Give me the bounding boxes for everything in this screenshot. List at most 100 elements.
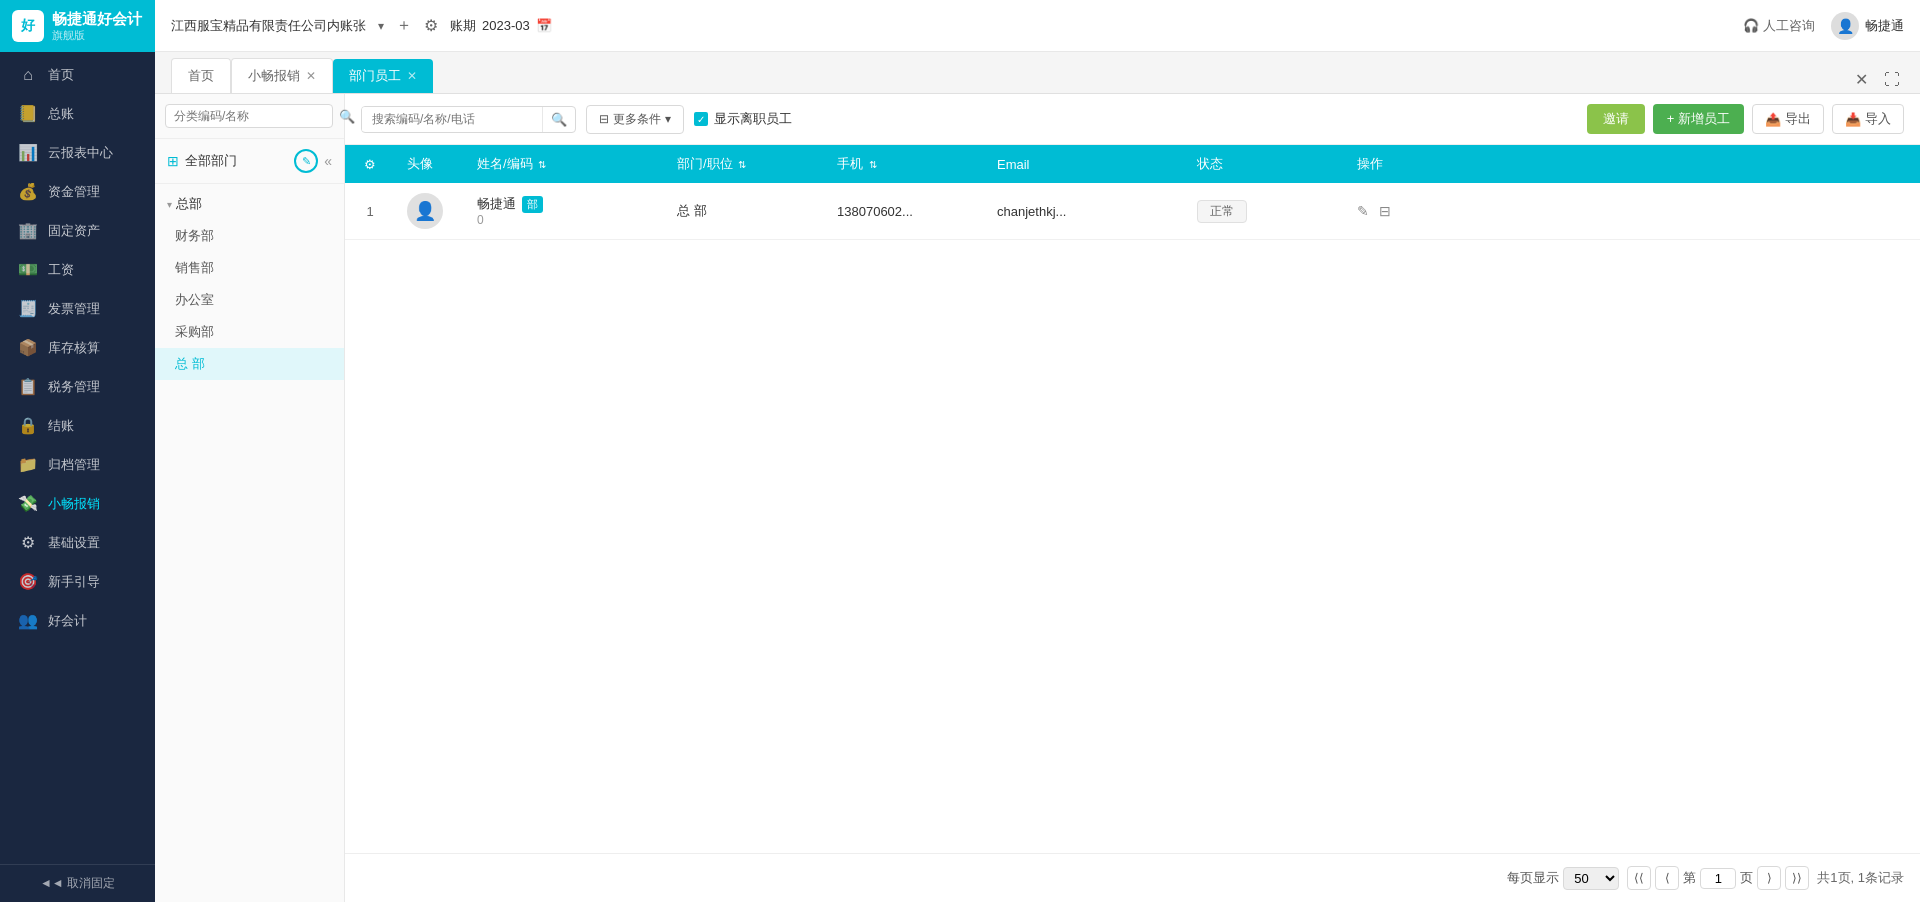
inventory-icon: 📦 xyxy=(18,338,38,357)
sidebar-label-guide: 新手引导 xyxy=(48,573,100,591)
add-company-button[interactable]: ＋ xyxy=(396,15,412,36)
dept-tree: ▾ 总部 财务部 销售部 办公室 采购部 总 部 xyxy=(155,184,344,902)
user-menu[interactable]: 👤 畅捷通 xyxy=(1831,12,1904,40)
period-value: 2023-03 xyxy=(482,18,530,33)
company-name: 江西服宝精品有限责任公司内账张 xyxy=(171,17,366,35)
first-page-button[interactable]: ⟨⟨ xyxy=(1627,866,1651,890)
sidebar-item-ledger[interactable]: 📒 总账 xyxy=(0,94,155,133)
page-unit: 页 xyxy=(1740,869,1753,887)
sidebar-label-funds: 资金管理 xyxy=(48,183,100,201)
add-employee-button[interactable]: + 新增员工 xyxy=(1653,104,1744,134)
xiaochang-icon: 💸 xyxy=(18,494,38,513)
employee-panel: 🔍 ⊟ 更多条件 ▾ ✓ 显示离职员工 邀请 + 新增员工 xyxy=(345,94,1920,902)
export-label: 导出 xyxy=(1785,110,1811,128)
sidebar-item-settings[interactable]: ⚙ 基础设置 xyxy=(0,523,155,562)
next-page-button[interactable]: ⟩ xyxy=(1757,866,1781,890)
topbar-settings-icon[interactable]: ⚙ xyxy=(424,16,438,35)
calendar-icon[interactable]: 📅 xyxy=(536,18,552,33)
employee-search-bar: 🔍 xyxy=(361,106,576,133)
sidebar-item-fixed-assets[interactable]: 🏢 固定资产 xyxy=(0,211,155,250)
tab-dept-employee[interactable]: 部门员工 ✕ xyxy=(333,59,433,93)
dept-header: ⊞ 全部部门 ✎ « xyxy=(155,139,344,184)
logout-employee-button[interactable]: ⊟ xyxy=(1379,203,1391,219)
sidebar-item-funds[interactable]: 💰 资金管理 xyxy=(0,172,155,211)
company-dropdown-icon[interactable]: ▾ xyxy=(378,19,384,33)
user-name: 畅捷通 xyxy=(1865,17,1904,35)
row-actions-cell: ✎ ⊟ xyxy=(1345,183,1920,240)
last-page-button[interactable]: ⟩⟩ xyxy=(1785,866,1809,890)
dept-collapse-icon[interactable]: « xyxy=(324,153,332,169)
logo-text-block: 畅捷通好会计 旗舰版 xyxy=(52,10,142,43)
dept-item-general[interactable]: 总 部 xyxy=(155,348,344,380)
maximize-button[interactable]: ⛶ xyxy=(1880,67,1904,93)
close-tab-dept[interactable]: ✕ xyxy=(407,69,417,83)
invoice-icon: 🧾 xyxy=(18,299,38,318)
employee-search-icon[interactable]: 🔍 xyxy=(542,107,575,132)
employee-search-input[interactable] xyxy=(362,107,542,131)
row-dept-cell: 总 部 xyxy=(665,183,825,240)
dept-header-actions: ✎ « xyxy=(294,149,332,173)
sidebar-item-close[interactable]: 🔒 结账 xyxy=(0,406,155,445)
row-avatar-cell: 👤 xyxy=(395,183,465,240)
settings-icon: ⚙ xyxy=(18,533,38,552)
cancel-fixed-button[interactable]: ◄◄ 取消固定 xyxy=(0,864,155,902)
sidebar-item-reports[interactable]: 📊 云报表中心 xyxy=(0,133,155,172)
show-resigned-checkbox[interactable]: ✓ 显示离职员工 xyxy=(694,110,792,128)
tab-actions: ✕ ⛶ xyxy=(1851,66,1904,93)
settings-col-icon: ⚙ xyxy=(364,157,376,172)
page-size-selector: 每页显示 50 100 200 xyxy=(1507,867,1619,890)
employee-toolbar: 🔍 ⊟ 更多条件 ▾ ✓ 显示离职员工 邀请 + 新增员工 xyxy=(345,94,1920,145)
col-settings[interactable]: ⚙ xyxy=(345,145,395,183)
dept-badge: 部 xyxy=(522,196,543,213)
tab-bar: 首页 小畅报销 ✕ 部门员工 ✕ ✕ ⛶ xyxy=(155,52,1920,94)
dept-item-finance[interactable]: 财务部 xyxy=(155,220,344,252)
col-name-code[interactable]: 姓名/编码 ⇅ xyxy=(465,145,665,183)
dept-item-procurement[interactable]: 采购部 xyxy=(155,316,344,348)
table-row: 1 👤 畅捷通 部 0 总 部 xyxy=(345,183,1920,240)
service-button[interactable]: 🎧 人工咨询 xyxy=(1743,17,1815,35)
col-dept-position[interactable]: 部门/职位 ⇅ xyxy=(665,145,825,183)
tab-xiaochang-label: 小畅报销 xyxy=(248,67,300,85)
partner-icon: 👥 xyxy=(18,611,38,630)
dept-grid-icon: ⊞ xyxy=(167,153,179,169)
sidebar-item-invoice[interactable]: 🧾 发票管理 xyxy=(0,289,155,328)
edit-employee-button[interactable]: ✎ xyxy=(1357,203,1369,219)
dept-edit-button[interactable]: ✎ xyxy=(294,149,318,173)
dept-root-label: 总部 xyxy=(176,195,202,213)
sidebar-item-xiaochang[interactable]: 💸 小畅报销 xyxy=(0,484,155,523)
sidebar-item-guide[interactable]: 🎯 新手引导 xyxy=(0,562,155,601)
page-size-select[interactable]: 50 100 200 xyxy=(1563,867,1619,890)
tab-xiaochang-expense[interactable]: 小畅报销 ✕ xyxy=(231,58,333,93)
import-label: 导入 xyxy=(1865,110,1891,128)
filter-icon: ⊟ xyxy=(599,112,609,126)
prev-page-button[interactable]: ⟨ xyxy=(1655,866,1679,890)
import-button[interactable]: 📥 导入 xyxy=(1832,104,1904,134)
export-button[interactable]: 📤 导出 xyxy=(1752,104,1824,134)
dept-item-sales[interactable]: 销售部 xyxy=(155,252,344,284)
tab-home[interactable]: 首页 xyxy=(171,58,231,93)
name-sort-icon: ⇅ xyxy=(538,159,546,170)
dept-item-office[interactable]: 办公室 xyxy=(155,284,344,316)
sidebar-item-archive[interactable]: 📁 归档管理 xyxy=(0,445,155,484)
sidebar-item-tax[interactable]: 📋 税务管理 xyxy=(0,367,155,406)
sidebar-item-partner[interactable]: 👥 好会计 xyxy=(0,601,155,640)
close-month-icon: 🔒 xyxy=(18,416,38,435)
fixed-assets-icon: 🏢 xyxy=(18,221,38,240)
salary-icon: 💵 xyxy=(18,260,38,279)
invite-button[interactable]: 邀请 xyxy=(1587,104,1645,134)
employee-table: ⚙ 头像 姓名/编码 ⇅ 部门/职位 ⇅ xyxy=(345,145,1920,240)
page-number-input[interactable] xyxy=(1700,868,1736,889)
more-filter-button[interactable]: ⊟ 更多条件 ▾ xyxy=(586,105,684,134)
sidebar-item-inventory[interactable]: 📦 库存核算 xyxy=(0,328,155,367)
sidebar-item-salary[interactable]: 💵 工资 xyxy=(0,250,155,289)
sidebar-item-home[interactable]: ⌂ 首页 xyxy=(0,56,155,94)
col-phone[interactable]: 手机 ⇅ xyxy=(825,145,985,183)
close-tab-xiaochang[interactable]: ✕ xyxy=(306,69,316,83)
sidebar-label-fixed-assets: 固定资产 xyxy=(48,222,100,240)
sidebar-label-partner: 好会计 xyxy=(48,612,87,630)
dept-search-input[interactable] xyxy=(165,104,333,128)
dept-tree-root[interactable]: ▾ 总部 xyxy=(155,188,344,220)
tab-dept-label: 部门员工 xyxy=(349,67,401,85)
row-status-cell: 正常 xyxy=(1185,183,1345,240)
close-all-tabs-button[interactable]: ✕ xyxy=(1851,66,1872,93)
